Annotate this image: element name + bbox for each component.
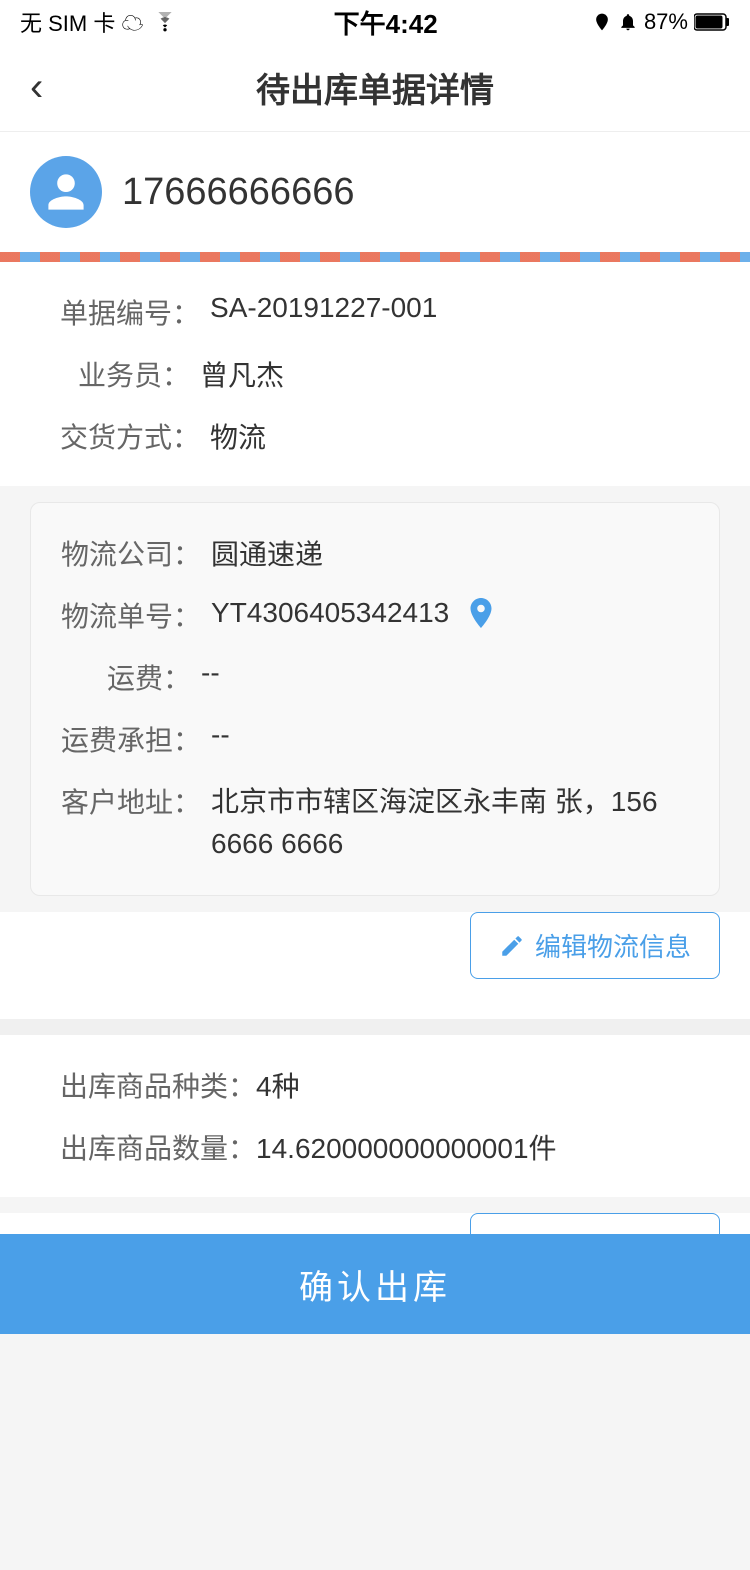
salesman-value: 曾凡杰 [200, 354, 690, 394]
freight-bear-label: 运费承担： [61, 719, 211, 759]
product-quantity-row: 出库商品数量： 14.620000000000001件 [60, 1127, 690, 1167]
logistics-company-row: 物流公司： 圆通速递 [61, 533, 689, 573]
product-quantity-label: 出库商品数量： [60, 1127, 256, 1167]
bottom-space [0, 1310, 750, 1470]
freight-row: 运费： -- [61, 657, 689, 697]
location-status-icon [592, 11, 612, 33]
logistics-company-label: 物流公司： [61, 533, 211, 573]
product-type-value: 4种 [256, 1065, 300, 1105]
user-avatar-icon [44, 170, 88, 214]
delivery-value: 物流 [210, 416, 690, 456]
address-row: 客户地址： 北京市市辖区海淀区永丰南 张，156 6666 6666 [61, 781, 689, 865]
section-divider-1 [0, 1019, 750, 1035]
battery-icon [694, 13, 730, 31]
salesman-row: 业务员： 曾凡杰 [60, 354, 690, 394]
freight-bear-value: -- [211, 719, 689, 751]
address-label: 客户地址： [61, 781, 211, 821]
dashed-divider [0, 252, 750, 262]
confirm-outbound-button[interactable]: 确认出库 [0, 1234, 750, 1334]
customer-phone: 17666666666 [122, 171, 354, 214]
header-section: 17666666666 [0, 132, 750, 252]
freight-label: 运费： [61, 657, 201, 697]
edit-btn-row: 编辑物流信息 [0, 912, 750, 999]
order-no-row: 单据编号： SA-20191227-001 [60, 292, 690, 332]
order-no-label: 单据编号： [60, 292, 210, 332]
edit-icon [499, 933, 525, 959]
product-type-label: 出库商品种类： [60, 1065, 256, 1105]
logistics-company-value: 圆通速递 [211, 533, 689, 573]
back-button[interactable]: ‹ [30, 65, 43, 110]
battery-percent: 87% [644, 9, 688, 35]
tracking-location-icon[interactable] [463, 595, 499, 631]
status-bar: 无 SIM 卡 ☁ 下午4:42 87% [0, 0, 750, 44]
alarm-icon [618, 11, 638, 33]
freight-bear-row: 运费承担： -- [61, 719, 689, 759]
status-left: 无 SIM 卡 ☁ [20, 6, 179, 38]
product-type-row: 出库商品种类： 4种 [60, 1065, 690, 1105]
product-quantity-value: 14.620000000000001件 [256, 1127, 557, 1167]
order-no-value: SA-20191227-001 [210, 292, 690, 324]
status-time: 下午4:42 [334, 4, 438, 41]
nav-bar: ‹ 待出库单据详情 [0, 44, 750, 132]
edit-logistics-label: 编辑物流信息 [535, 927, 691, 964]
tracking-no-label: 物流单号： [61, 595, 211, 635]
delivery-label: 交货方式： [60, 416, 210, 456]
page-title: 待出库单据详情 [256, 63, 494, 112]
confirm-btn-label: 确认出库 [299, 1260, 451, 1309]
delivery-row: 交货方式： 物流 [60, 416, 690, 456]
address-value: 北京市市辖区海淀区永丰南 张，156 6666 6666 [211, 781, 689, 865]
edit-logistics-button[interactable]: 编辑物流信息 [470, 912, 720, 979]
wifi-icon [151, 12, 179, 32]
product-section: 出库商品种类： 4种 出库商品数量： 14.620000000000001件 [0, 1035, 750, 1197]
status-right: 87% [592, 9, 730, 35]
tracking-no-value: YT4306405342413 [211, 595, 689, 631]
freight-value: -- [201, 657, 689, 689]
sim-status: 无 SIM 卡 ☁ [20, 6, 143, 38]
salesman-label: 业务员： [60, 354, 200, 394]
tracking-no-row: 物流单号： YT4306405342413 [61, 595, 689, 635]
basic-info-section: 单据编号： SA-20191227-001 业务员： 曾凡杰 交货方式： 物流 [0, 262, 750, 486]
logistics-section: 物流公司： 圆通速递 物流单号： YT4306405342413 运费： -- … [30, 502, 720, 896]
avatar [30, 156, 102, 228]
